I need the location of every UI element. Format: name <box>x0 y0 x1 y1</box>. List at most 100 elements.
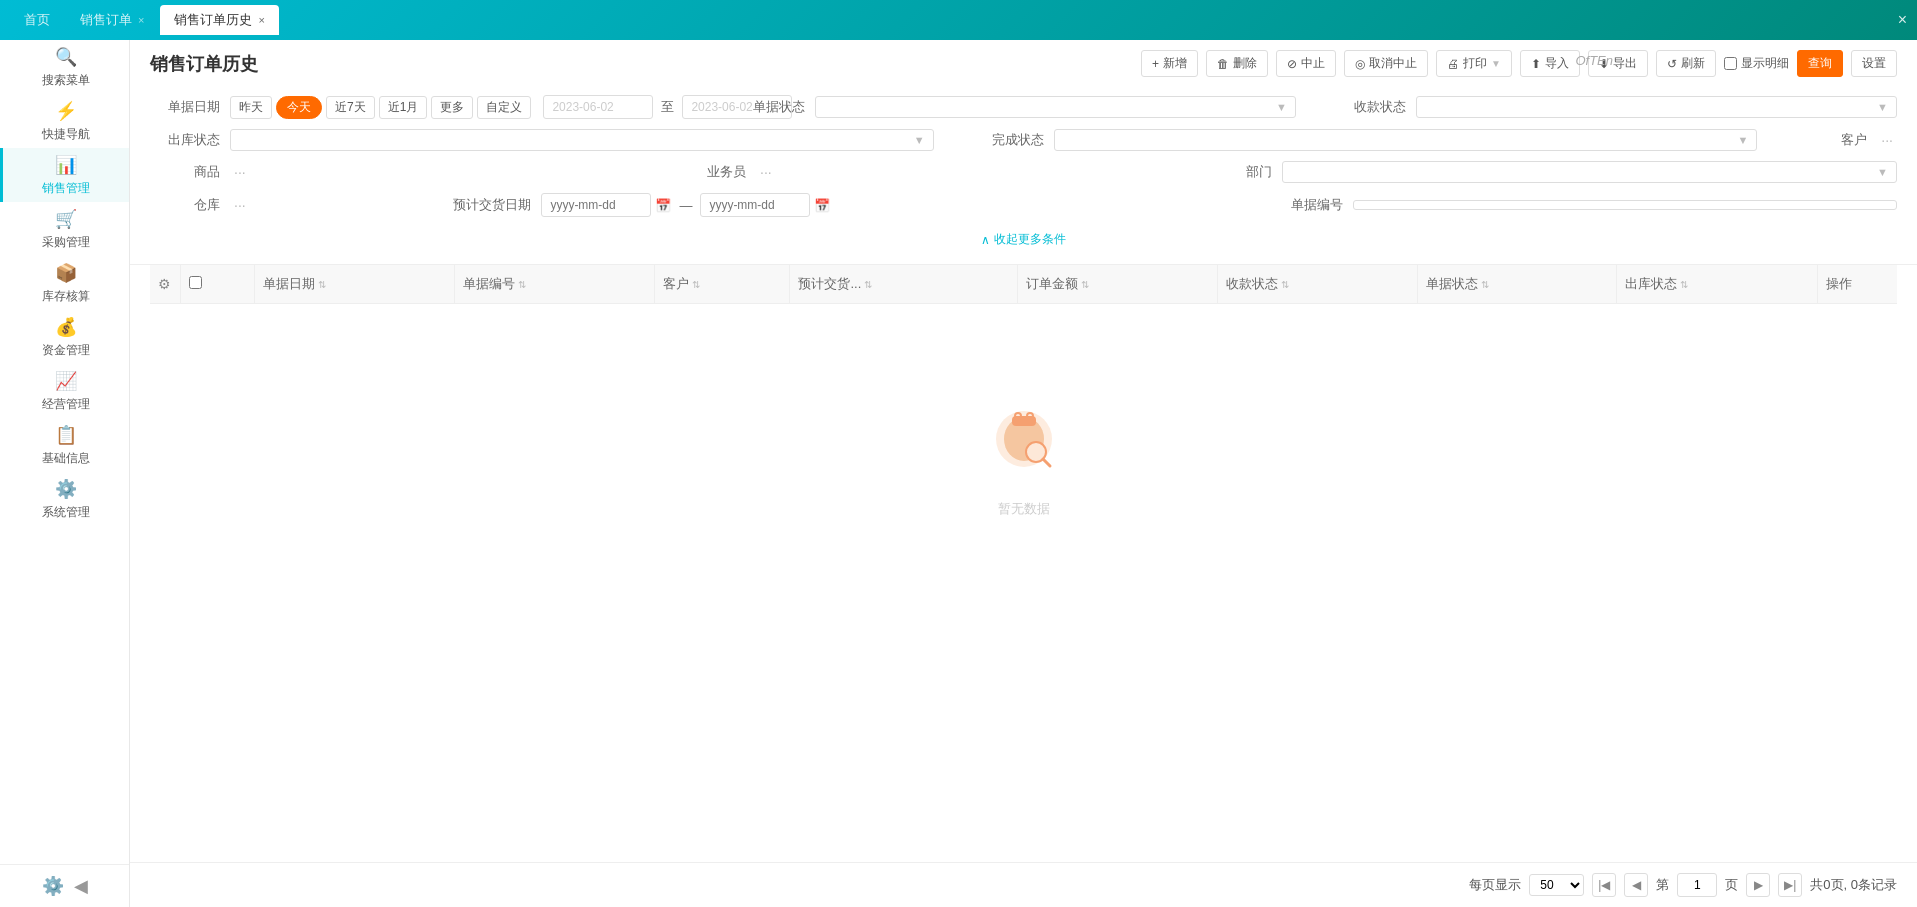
th-customer[interactable]: 客户 ⇅ <box>655 265 790 304</box>
query-button[interactable]: 查询 <box>1797 50 1843 77</box>
tab-home[interactable]: 首页 <box>10 5 64 35</box>
date-today[interactable]: 今天 <box>276 96 322 119</box>
th-payment[interactable]: 收款状态 ⇅ <box>1217 265 1417 304</box>
add-button[interactable]: + 新增 <box>1141 50 1198 77</box>
completion-status-select[interactable]: ▼ <box>1054 129 1758 151</box>
payment-status-select[interactable]: ▼ <box>1416 96 1897 118</box>
completion-label: 完成状态 <box>974 131 1044 149</box>
inventory-icon: 📦 <box>55 262 77 284</box>
goods-label: 商品 <box>150 163 220 181</box>
sidebar-label-quick-nav: 快捷导航 <box>42 126 90 143</box>
refresh-icon: ↺ <box>1667 57 1677 71</box>
prev-page-button[interactable]: ◀ <box>1624 873 1648 897</box>
warehouse-picker-icon[interactable]: ··· <box>230 197 413 213</box>
expected-date-end-input[interactable] <box>700 193 810 217</box>
last-page-button[interactable]: ▶| <box>1778 873 1802 897</box>
date-more[interactable]: 更多 <box>431 96 473 119</box>
cancel-stop-button[interactable]: ◎ 取消中止 <box>1344 50 1428 77</box>
sidebar-label-basic-info: 基础信息 <box>42 450 90 467</box>
finance-icon: 💰 <box>55 316 77 338</box>
calendar-icon-2[interactable]: 📅 <box>814 198 830 213</box>
goods-picker-icon[interactable]: ··· <box>230 164 636 180</box>
th-expected[interactable]: 预计交货... ⇅ <box>790 265 1017 304</box>
tab-sales-history[interactable]: 销售订单历史 × <box>160 5 278 35</box>
date-start-input[interactable] <box>543 95 653 119</box>
sidebar-item-operation[interactable]: 📈 经营管理 <box>0 364 129 418</box>
th-amount[interactable]: 订单金额 ⇅ <box>1017 265 1217 304</box>
sidebar-item-quick-nav[interactable]: ⚡ 快捷导航 <box>0 94 129 148</box>
sort-icon-delivery: ⇅ <box>1680 279 1688 290</box>
filter-row-1: 单据日期 昨天 今天 近7天 近1月 更多 自定义 至 <box>150 95 1897 119</box>
settings-button[interactable]: 设置 <box>1851 50 1897 77</box>
table-settings-icon[interactable]: ⚙ <box>158 276 171 292</box>
sidebar-item-basic-info[interactable]: 📋 基础信息 <box>0 418 129 472</box>
salesperson-picker-icon[interactable]: ··· <box>756 164 1162 180</box>
svg-line-6 <box>1043 459 1050 466</box>
sidebar-settings-icon[interactable]: ⚙️ <box>42 875 64 897</box>
customer-picker-icon[interactable]: ··· <box>1877 132 1897 148</box>
date-yesterday[interactable]: 昨天 <box>230 96 272 119</box>
page-size-label: 每页显示 <box>1469 876 1521 894</box>
sort-icon-date: ⇅ <box>318 279 326 290</box>
sidebar-label-system: 系统管理 <box>42 504 90 521</box>
display-toggle-checkbox[interactable] <box>1724 57 1737 70</box>
sidebar: 🔍 搜索菜单 ⚡ 快捷导航 📊 销售管理 🛒 采购管理 📦 库存核算 💰 资金管… <box>0 40 130 907</box>
sidebar-item-inventory[interactable]: 📦 库存核算 <box>0 256 129 310</box>
display-toggle[interactable]: 显示明细 <box>1724 55 1789 72</box>
chevron-down-icon: ▼ <box>1877 101 1888 113</box>
filter-row-4: 仓库 ··· 预计交货日期 📅 — 📅 单据编号 <box>150 193 1897 217</box>
sidebar-item-sales[interactable]: 📊 销售管理 <box>0 148 129 202</box>
collapse-row[interactable]: ∧ 收起更多条件 <box>150 227 1897 252</box>
close-icon[interactable]: × <box>258 14 264 26</box>
basic-info-icon: 📋 <box>55 424 77 446</box>
date-7days[interactable]: 近7天 <box>326 96 375 119</box>
th-no[interactable]: 单据编号 ⇅ <box>455 265 655 304</box>
order-status-select[interactable]: ▼ <box>815 96 1296 118</box>
next-page-button[interactable]: ▶ <box>1746 873 1770 897</box>
tab-sales-order[interactable]: 销售订单 × <box>66 5 158 35</box>
th-date[interactable]: 单据日期 ⇅ <box>255 265 455 304</box>
top-bar-right: × <box>1898 11 1907 29</box>
sidebar-item-finance[interactable]: 💰 资金管理 <box>0 310 129 364</box>
table-header-row: ⚙ 单据日期 ⇅ 单据编号 <box>150 265 1897 304</box>
sidebar-item-search-menu[interactable]: 🔍 搜索菜单 <box>0 40 129 94</box>
filter-row-3: 商品 ··· 业务员 ··· 部门 ▼ <box>150 161 1897 183</box>
refresh-button[interactable]: ↺ 刷新 <box>1656 50 1716 77</box>
sort-icon-payment: ⇅ <box>1281 279 1289 290</box>
data-table: ⚙ 单据日期 ⇅ 单据编号 <box>150 265 1897 304</box>
expected-date-start-input[interactable] <box>541 193 651 217</box>
th-checkbox <box>180 265 255 304</box>
date-1month[interactable]: 近1月 <box>379 96 428 119</box>
print-button[interactable]: 🖨 打印 ▼ <box>1436 50 1512 77</box>
date-custom[interactable]: 自定义 <box>477 96 531 119</box>
order-no-input[interactable] <box>1353 200 1897 210</box>
delivery-status-select[interactable]: ▼ <box>230 129 934 151</box>
calendar-icon[interactable]: 📅 <box>655 198 671 213</box>
order-no-label: 单据编号 <box>1273 196 1343 214</box>
expected-date-label: 预计交货日期 <box>453 196 531 214</box>
sidebar-label-inventory: 库存核算 <box>42 288 90 305</box>
pagination: 每页显示 20 50 100 |◀ ◀ 第 页 ▶ ▶| 共0页, 0条记录 <box>130 862 1917 907</box>
empty-illustration <box>974 384 1074 484</box>
page-number-input[interactable] <box>1677 873 1717 897</box>
th-delivery[interactable]: 出库状态 ⇅ <box>1617 265 1817 304</box>
close-icon[interactable]: × <box>138 14 144 26</box>
payment-status-label: 收款状态 <box>1336 98 1406 116</box>
window-close-icon[interactable]: × <box>1898 11 1907 29</box>
sidebar-item-system[interactable]: ⚙️ 系统管理 <box>0 472 129 526</box>
stop-button[interactable]: ⊘ 中止 <box>1276 50 1336 77</box>
select-all-checkbox[interactable] <box>189 276 202 289</box>
export-button[interactable]: ⬇ 导出 <box>1588 50 1648 77</box>
import-button[interactable]: ⬆ 导入 <box>1520 50 1580 77</box>
department-select[interactable]: ▼ <box>1282 161 1897 183</box>
order-status-label: 单据状态 <box>735 98 805 116</box>
main-layout: 🔍 搜索菜单 ⚡ 快捷导航 📊 销售管理 🛒 采购管理 📦 库存核算 💰 资金管… <box>0 40 1917 907</box>
page-size-select[interactable]: 20 50 100 <box>1529 874 1584 896</box>
sidebar-collapse-icon[interactable]: ◀ <box>74 875 88 897</box>
first-page-button[interactable]: |◀ <box>1592 873 1616 897</box>
sidebar-item-purchase[interactable]: 🛒 采购管理 <box>0 202 129 256</box>
sort-icon-amount: ⇅ <box>1081 279 1089 290</box>
delete-button[interactable]: 🗑 删除 <box>1206 50 1268 77</box>
th-status[interactable]: 单据状态 ⇅ <box>1417 265 1617 304</box>
th-settings[interactable]: ⚙ <box>150 265 180 304</box>
